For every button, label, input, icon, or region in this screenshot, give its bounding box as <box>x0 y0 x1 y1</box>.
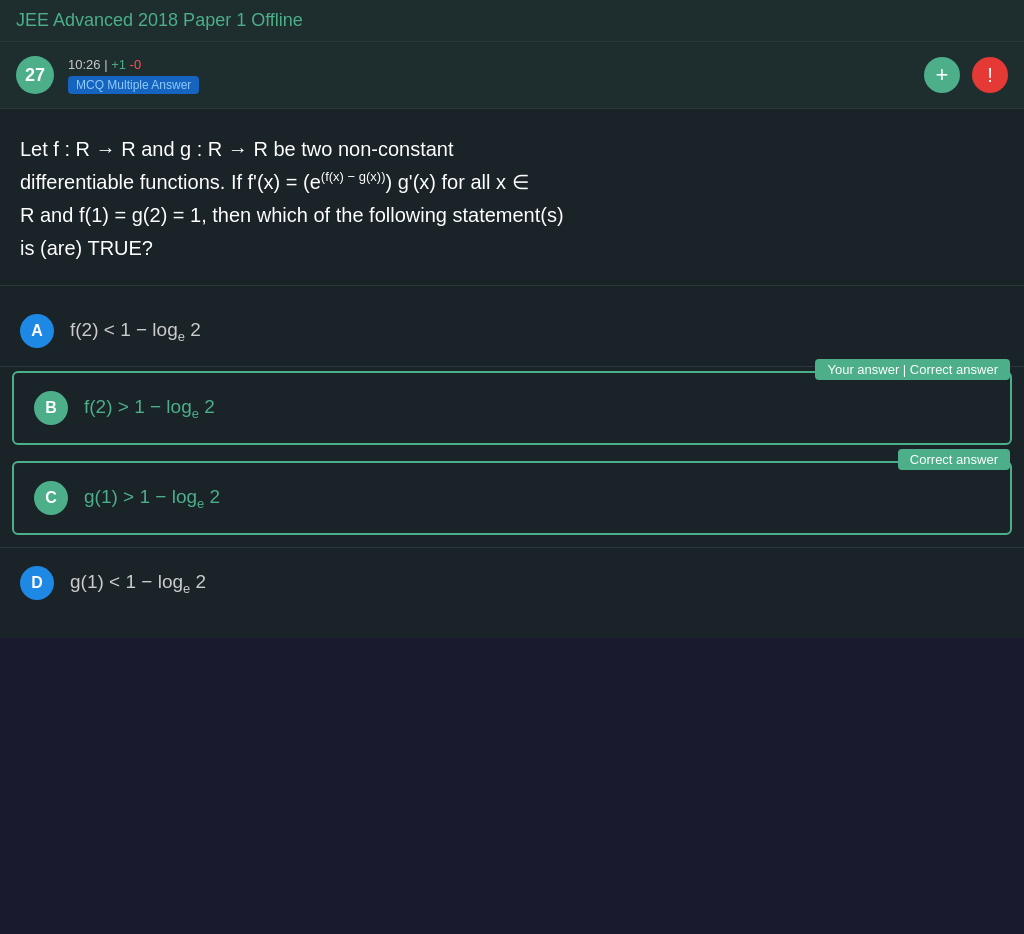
add-button[interactable]: + <box>924 57 960 93</box>
timing-value: 10:26 | <box>68 57 108 72</box>
option-row-c[interactable]: Correct answer C g(1) > 1 − loge 2 <box>12 461 1012 535</box>
question-meta-info: 10:26 | +1 -0 MCQ Multiple Answer <box>68 57 199 94</box>
option-badge-c: C <box>34 481 68 515</box>
spacer-c-d <box>0 539 1024 547</box>
option-badge-d: D <box>20 566 54 600</box>
question-text: Let f : R → R and g : R → R be two non-c… <box>20 133 1004 265</box>
option-badge-b: B <box>34 391 68 425</box>
question-meta-row: 27 10:26 | +1 -0 MCQ Multiple Answer + ! <box>0 42 1024 109</box>
question-meta-right: + ! <box>924 57 1008 93</box>
option-text-b: f(2) > 1 − loge 2 <box>84 396 215 421</box>
header-title: JEE Advanced 2018 Paper 1 Offline <box>16 10 303 30</box>
answer-tag-b: Your answer | Correct answer <box>815 359 1010 380</box>
option-text-a: f(2) < 1 − loge 2 <box>70 319 201 344</box>
question-meta-left: 27 10:26 | +1 -0 MCQ Multiple Answer <box>16 56 199 94</box>
options-section: A f(2) < 1 − loge 2 Your answer | Correc… <box>0 286 1024 638</box>
option-row-b[interactable]: Your answer | Correct answer B f(2) > 1 … <box>12 371 1012 445</box>
question-number-badge: 27 <box>16 56 54 94</box>
option-row-d[interactable]: D g(1) < 1 − loge 2 <box>0 548 1024 618</box>
option-row-a[interactable]: A f(2) < 1 − loge 2 <box>0 296 1024 366</box>
alert-button[interactable]: ! <box>972 57 1008 93</box>
question-body: Let f : R → R and g : R → R be two non-c… <box>0 109 1024 285</box>
marks-plus: +1 <box>111 57 126 72</box>
header-bar: JEE Advanced 2018 Paper 1 Offline <box>0 0 1024 42</box>
option-text-d: g(1) < 1 − loge 2 <box>70 571 206 596</box>
option-text-c: g(1) > 1 − loge 2 <box>84 486 220 511</box>
exponent: (f(x) − g(x)) <box>321 169 386 184</box>
marks-minus: -0 <box>130 57 142 72</box>
answer-tag-c: Correct answer <box>898 449 1010 470</box>
question-type-badge: MCQ Multiple Answer <box>68 76 199 94</box>
option-badge-a: A <box>20 314 54 348</box>
spacer-b-c <box>0 449 1024 457</box>
question-timing: 10:26 | +1 -0 <box>68 57 199 72</box>
